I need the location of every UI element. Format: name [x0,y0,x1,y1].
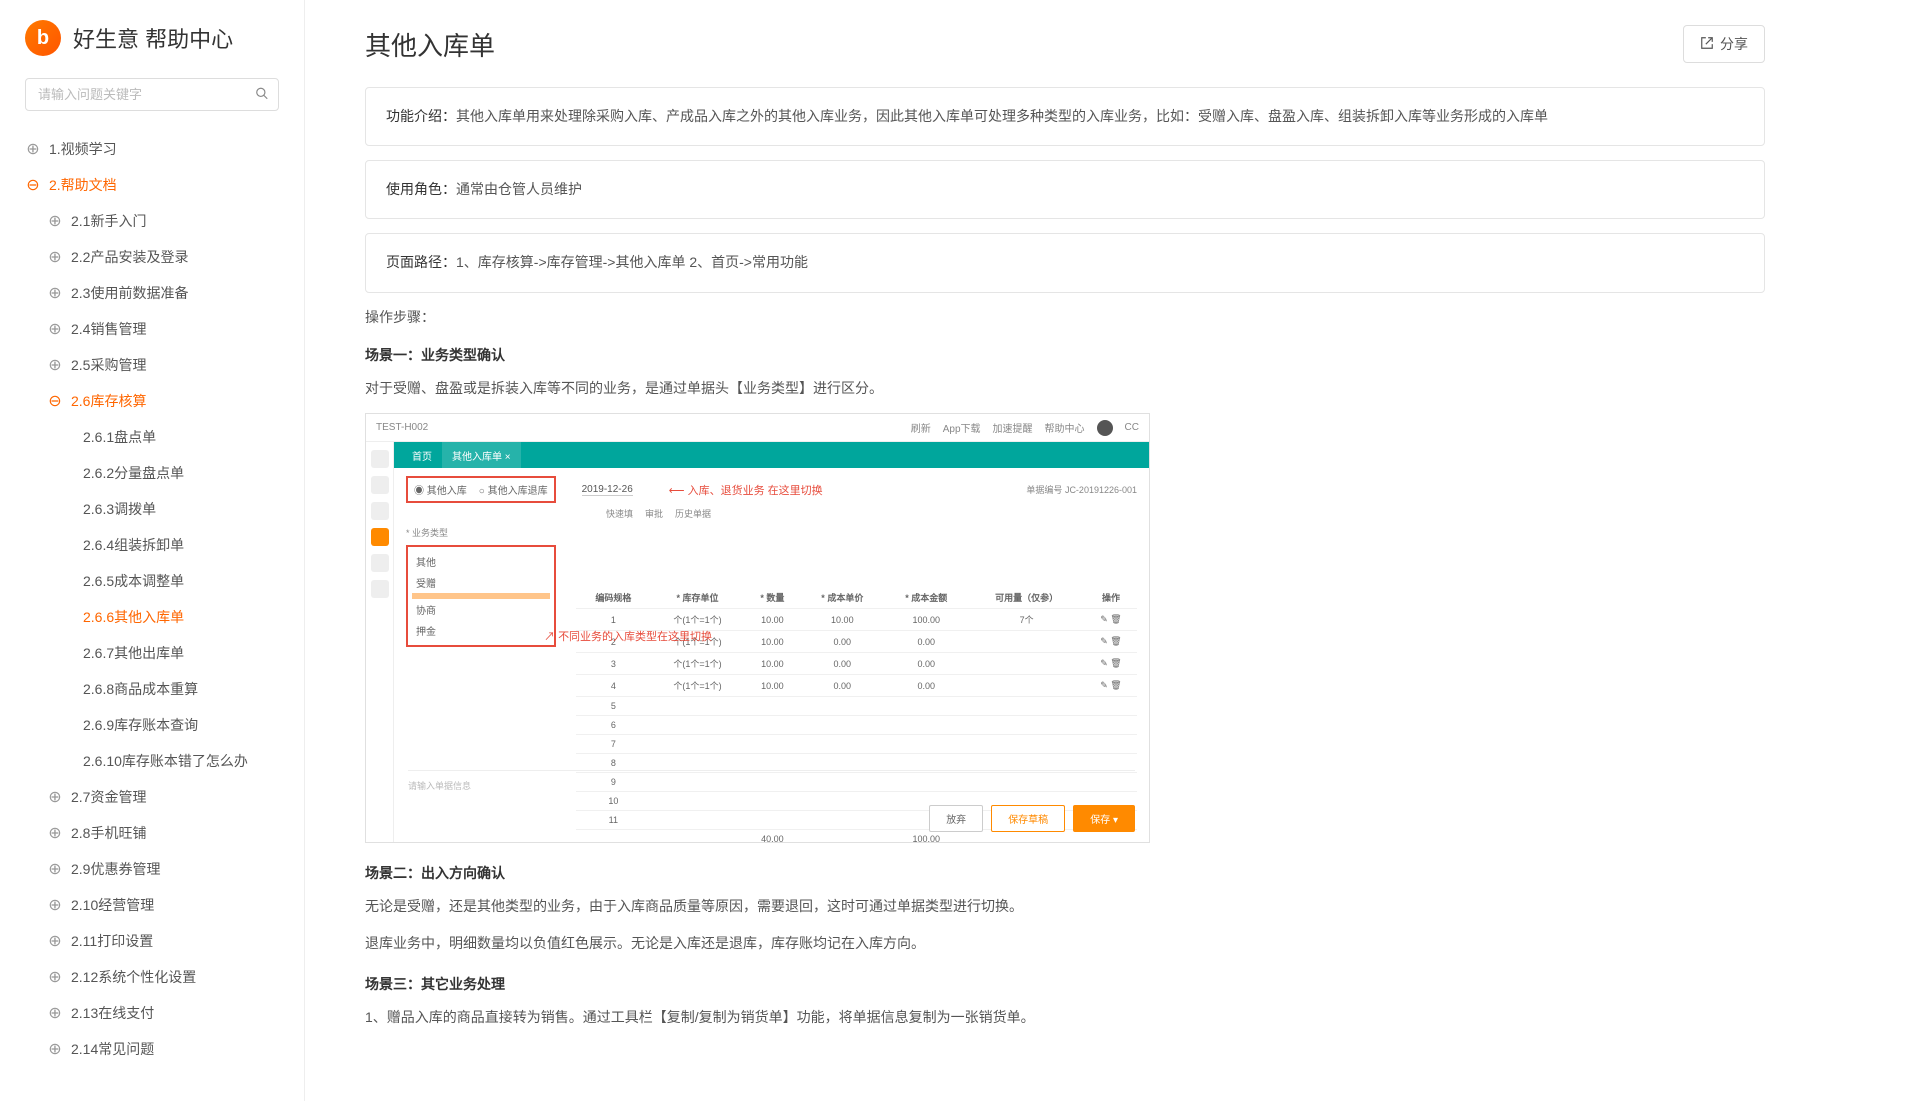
plus-icon [47,1005,63,1021]
share-icon [1700,36,1714,53]
scene3-text: 1、赠品入库的商品直接转为销售。通过工具栏【复制/复制为销货单】功能，将单据信息… [365,1004,1765,1031]
sidebar: b 好生意 帮助中心 1.视频学习 2.帮助文档 2.1新手入门 2.2产品安装… [0,0,305,1101]
scene2-text1: 无论是受赠，还是其他类型的业务，由于入库商品质量等原因，需要退回，这时可通过单据… [365,893,1765,920]
nav-2-10[interactable]: 2.10经营管理 [25,887,279,923]
nav-stock-1[interactable]: 2.6.1盘点单 [25,419,279,455]
plus-icon [47,933,63,949]
sp-footer: 放弃 保存草稿 保存 ▾ [929,805,1135,832]
plus-icon [47,1041,63,1057]
nav-2-7[interactable]: 2.7资金管理 [25,779,279,815]
nav-stock-2[interactable]: 2.6.2分量盘点单 [25,455,279,491]
role-text: 通常由仓管人员维护 [456,181,582,197]
sp-body: ◉ 其他入库 ○ 其他入库退库 2019-12-26 ⟵ 入库、退货业务 在这里… [394,468,1149,842]
plus-icon [47,897,63,913]
table-row: 7 [576,735,1137,754]
nav-2-11[interactable]: 2.11打印设置 [25,923,279,959]
path-box: 页面路径：1、库存核算->库存管理->其他入库单 2、首页->常用功能 [365,233,1765,292]
nav-stock-10[interactable]: 2.6.10库存账本错了怎么办 [25,743,279,779]
nav-stock-6[interactable]: 2.6.6其他入库单 [25,599,279,635]
search-input[interactable] [25,78,279,111]
plus-icon [47,285,63,301]
nav-stock-3[interactable]: 2.6.3调拨单 [25,491,279,527]
plus-icon [47,789,63,805]
table-row: 3个(1个=1个)10.000.000.00✎ 🗑 [576,653,1137,675]
scene3-title: 场景三：其它业务处理 [365,974,1765,994]
sp-tabbar: 首页 其他入库单 × [394,442,1149,468]
intro-text: 其他入库单用来处理除采购入库、产成品入库之外的其他入库业务，因此其他入库单可处理… [456,108,1548,124]
table-row: 6 [576,716,1137,735]
logo[interactable]: b 好生意 帮助中心 [25,20,279,56]
embedded-screenshot: TEST-H002 刷新 App下载 加速提醒 帮助中心 CC 首页 其他入库单… [365,413,1150,843]
nav-2-3[interactable]: 2.3使用前数据准备 [25,275,279,311]
nav-2-5[interactable]: 2.5采购管理 [25,347,279,383]
plus-icon [47,357,63,373]
main-content: 其他入库单 分享 功能介绍：其他入库单用来处理除采购入库、产成品入库之外的其他入… [305,0,1825,1101]
nav-2-8[interactable]: 2.8手机旺铺 [25,815,279,851]
nav-stock-8[interactable]: 2.6.8商品成本重算 [25,671,279,707]
minus-icon [47,393,63,409]
nav-docs[interactable]: 2.帮助文档 [25,167,279,203]
nav-video[interactable]: 1.视频学习 [25,131,279,167]
nav-2-1[interactable]: 2.1新手入门 [25,203,279,239]
minus-icon [25,177,41,193]
plus-icon [47,861,63,877]
logo-icon: b [25,20,61,56]
table-row: 4个(1个=1个)10.000.000.00✎ 🗑 [576,675,1137,697]
role-label: 使用角色： [386,181,456,197]
search-box [25,78,279,111]
scene1-text: 对于受赠、盘盈或是拆装入库等不同的业务，是通过单据头【业务类型】进行区分。 [365,375,1765,402]
plus-icon [47,249,63,265]
sp-radio-row: ◉ 其他入库 ○ 其他入库退库 [406,476,556,503]
plus-icon [47,321,63,337]
nav-2-14[interactable]: 2.14常见问题 [25,1031,279,1067]
scene1-title: 场景一：业务类型确认 [365,345,1765,365]
page-title: 其他入库单 [365,26,495,63]
nav-stock-4[interactable]: 2.6.4组装拆卸单 [25,527,279,563]
plus-icon [47,213,63,229]
sp-topbar: TEST-H002 刷新 App下载 加速提醒 帮助中心 CC [366,414,1149,442]
plus-icon [47,969,63,985]
site-title: 好生意 帮助中心 [73,22,233,54]
role-box: 使用角色：通常由仓管人员维护 [365,160,1765,219]
nav-stock-9[interactable]: 2.6.9库存账本查询 [25,707,279,743]
nav-2-2[interactable]: 2.2产品安装及登录 [25,239,279,275]
intro-box: 功能介绍：其他入库单用来处理除采购入库、产成品入库之外的其他入库业务，因此其他入… [365,87,1765,146]
plus-icon [47,825,63,841]
intro-label: 功能介绍： [386,108,456,124]
nav-2-4[interactable]: 2.4销售管理 [25,311,279,347]
sp-dropdown: 其他 受赠 协商 押金 [406,545,556,647]
nav-2-9[interactable]: 2.9优惠券管理 [25,851,279,887]
steps-label: 操作步骤： [365,307,1765,327]
scene2-text2: 退库业务中，明细数量均以负值红色展示。无论是入库还是退库，库存账均记在入库方向。 [365,930,1765,957]
sp-leftnav [366,442,394,842]
sp-red-note2: ↗ 不同业务的入库类型在这里切换 [544,628,712,644]
nav-2-12[interactable]: 2.12系统个性化设置 [25,959,279,995]
scene2-title: 场景二：出入方向确认 [365,863,1765,883]
nav-2-13[interactable]: 2.13在线支付 [25,995,279,1031]
nav-stock-5[interactable]: 2.6.5成本调整单 [25,563,279,599]
path-text: 1、库存核算->库存管理->其他入库单 2、首页->常用功能 [456,254,808,270]
nav-tree: 1.视频学习 2.帮助文档 2.1新手入门 2.2产品安装及登录 2.3使用前数… [25,131,279,1067]
path-label: 页面路径： [386,254,456,270]
avatar-icon [1097,420,1113,436]
plus-icon [25,141,41,157]
sp-note-field: 请输入单据信息 [408,770,1135,792]
nav-stock-7[interactable]: 2.6.7其他出库单 [25,635,279,671]
share-button[interactable]: 分享 [1683,25,1765,63]
table-row: 5 [576,697,1137,716]
nav-stock[interactable]: 2.6库存核算 [25,383,279,419]
